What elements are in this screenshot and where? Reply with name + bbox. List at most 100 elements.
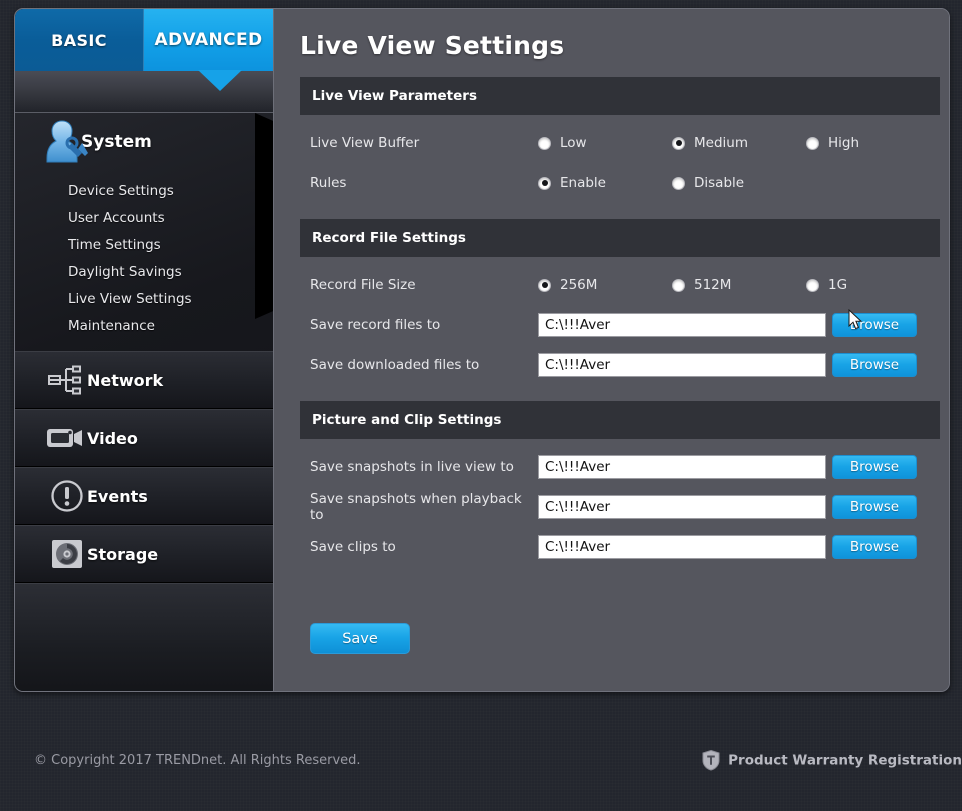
sidebar-group-system[interactable]: System — [15, 113, 273, 171]
exclamation-circle-icon — [43, 476, 91, 516]
row-label: Save downloaded files to — [310, 357, 480, 373]
row-save-record-files-to: Save record files to Browse — [300, 305, 940, 345]
sidebar-item-label: Storage — [87, 544, 159, 564]
section-record-file-settings: Record File Settings Record File Size 25… — [300, 219, 940, 397]
sidebar-item-live-view-settings[interactable]: Live View Settings — [15, 285, 273, 312]
hard-disk-icon — [43, 534, 91, 574]
radio-indicator[interactable] — [806, 136, 819, 150]
save-record-files-input[interactable] — [538, 313, 826, 337]
browse-button-save-clips[interactable]: Browse — [832, 535, 917, 559]
save-button[interactable]: Save — [310, 623, 410, 654]
radio-indicator[interactable] — [538, 278, 551, 292]
browse-button-snapshots-playback[interactable]: Browse — [832, 495, 917, 519]
row-live-view-buffer: Live View Buffer Low Medium High — [300, 123, 940, 163]
radio-group-live-view-buffer: Low Medium High — [538, 135, 940, 151]
mode-tabs: BASIC ADVANCED — [15, 9, 273, 71]
product-warranty-registration-link[interactable]: Product Warranty Registration — [702, 749, 962, 771]
radio-option-512m[interactable]: 512M — [672, 277, 806, 293]
radio-label: 256M — [560, 277, 598, 293]
sidebar-item-label: Video — [87, 428, 138, 448]
radio-indicator[interactable] — [806, 278, 819, 292]
video-camera-icon — [43, 418, 91, 458]
sidebar-item-label: User Accounts — [68, 209, 165, 226]
sidebar-item-label: Network — [87, 370, 164, 390]
radio-option-medium[interactable]: Medium — [672, 135, 806, 151]
radio-option-low[interactable]: Low — [538, 135, 672, 151]
section-live-view-parameters: Live View Parameters Live View Buffer Lo… — [300, 77, 940, 215]
tab-basic-label: BASIC — [51, 30, 107, 50]
row-rules: Rules Enable Disable — [300, 163, 940, 203]
row-record-file-size: Record File Size 256M 512M 1G — [300, 265, 940, 305]
sidebar-item-label: Device Settings — [68, 182, 174, 199]
radio-label: Enable — [560, 175, 606, 191]
radio-label: High — [828, 135, 860, 151]
sidebar-item-events[interactable]: Events — [15, 467, 273, 525]
section-heading: Record File Settings — [300, 219, 940, 257]
tab-advanced[interactable]: ADVANCED — [144, 9, 273, 71]
sidebar-item-label: Time Settings — [68, 236, 161, 253]
radio-option-enable[interactable]: Enable — [538, 175, 672, 191]
row-save-snapshots-playback: Save snapshots when playback to Browse — [300, 487, 940, 527]
save-snapshots-playback-input[interactable] — [538, 495, 826, 519]
radio-indicator[interactable] — [672, 136, 685, 150]
row-save-downloaded-files-to: Save downloaded files to Browse — [300, 345, 940, 385]
radio-option-disable[interactable]: Disable — [672, 175, 806, 191]
section-heading: Live View Parameters — [300, 77, 940, 115]
radio-label: 512M — [694, 277, 732, 293]
browse-button-save-downloaded-files[interactable]: Browse — [832, 353, 917, 377]
content-panel: Live View Settings Live View Parameters … — [274, 9, 949, 691]
row-label: Save clips to — [310, 539, 396, 555]
sidebar-item-user-accounts[interactable]: User Accounts — [15, 204, 273, 231]
section-body: Record File Size 256M 512M 1G Save recor… — [300, 257, 940, 397]
system-user-tools-icon — [41, 117, 95, 167]
browse-button-snapshots-live-view[interactable]: Browse — [832, 455, 917, 479]
section-picture-and-clip-settings: Picture and Clip Settings Save snapshots… — [300, 401, 940, 579]
sidebar-item-label: Maintenance — [68, 317, 155, 334]
sidebar-item-label: Daylight Savings — [68, 263, 182, 280]
active-tab-notch-icon — [198, 70, 242, 91]
radio-group-record-file-size: 256M 512M 1G — [538, 277, 940, 293]
browse-button-save-record-files[interactable]: Browse — [832, 313, 917, 337]
radio-indicator[interactable] — [538, 176, 551, 190]
tab-basic[interactable]: BASIC — [15, 9, 144, 71]
radio-indicator[interactable] — [538, 136, 551, 150]
radio-option-high[interactable]: High — [806, 135, 940, 151]
radio-indicator[interactable] — [672, 278, 685, 292]
sidebar-item-maintenance[interactable]: Maintenance — [15, 312, 273, 339]
sidebar-item-video[interactable]: Video — [15, 409, 273, 467]
shield-icon — [702, 749, 720, 771]
row-label: Save record files to — [310, 317, 441, 333]
radio-label: Disable — [694, 175, 745, 191]
radio-label: 1G — [828, 277, 848, 293]
radio-option-1g[interactable]: 1G — [806, 277, 940, 293]
sidebar: BASIC ADVANCED System Device Settings Us… — [15, 9, 274, 691]
sidebar-item-network[interactable]: Network — [15, 351, 273, 409]
row-save-snapshots-live-view: Save snapshots in live view to Browse — [300, 447, 940, 487]
save-clips-input[interactable] — [538, 535, 826, 559]
row-label: Record File Size — [310, 277, 416, 293]
warranty-label: Product Warranty Registration — [728, 752, 962, 768]
row-label: Rules — [310, 175, 347, 191]
save-downloaded-files-input[interactable] — [538, 353, 826, 377]
save-snapshots-live-view-input[interactable] — [538, 455, 826, 479]
radio-indicator[interactable] — [672, 176, 685, 190]
footer: © Copyright 2017 TRENDnet. All Rights Re… — [0, 740, 962, 780]
sidebar-item-storage[interactable]: Storage — [15, 525, 273, 583]
sidebar-item-time-settings[interactable]: Time Settings — [15, 231, 273, 258]
row-label: Save snapshots when playback to — [310, 491, 522, 523]
tab-advanced-label: ADVANCED — [154, 30, 263, 50]
radio-label: Low — [560, 135, 587, 151]
sidebar-item-device-settings[interactable]: Device Settings — [15, 177, 273, 204]
sidebar-item-label: Events — [87, 486, 148, 506]
sidebar-item-daylight-savings[interactable]: Daylight Savings — [15, 258, 273, 285]
sidebar-item-label: Live View Settings — [68, 290, 192, 307]
section-heading: Picture and Clip Settings — [300, 401, 940, 439]
radio-option-256m[interactable]: 256M — [538, 277, 672, 293]
tab-underline-strip — [15, 70, 273, 113]
sidebar-system-items: Device Settings User Accounts Time Setti… — [15, 171, 273, 351]
row-label: Save snapshots in live view to — [310, 459, 514, 475]
network-topology-icon — [43, 360, 91, 400]
row-label: Live View Buffer — [310, 135, 420, 151]
sidebar-empty-space — [15, 583, 273, 691]
radio-group-rules: Enable Disable — [538, 175, 940, 191]
